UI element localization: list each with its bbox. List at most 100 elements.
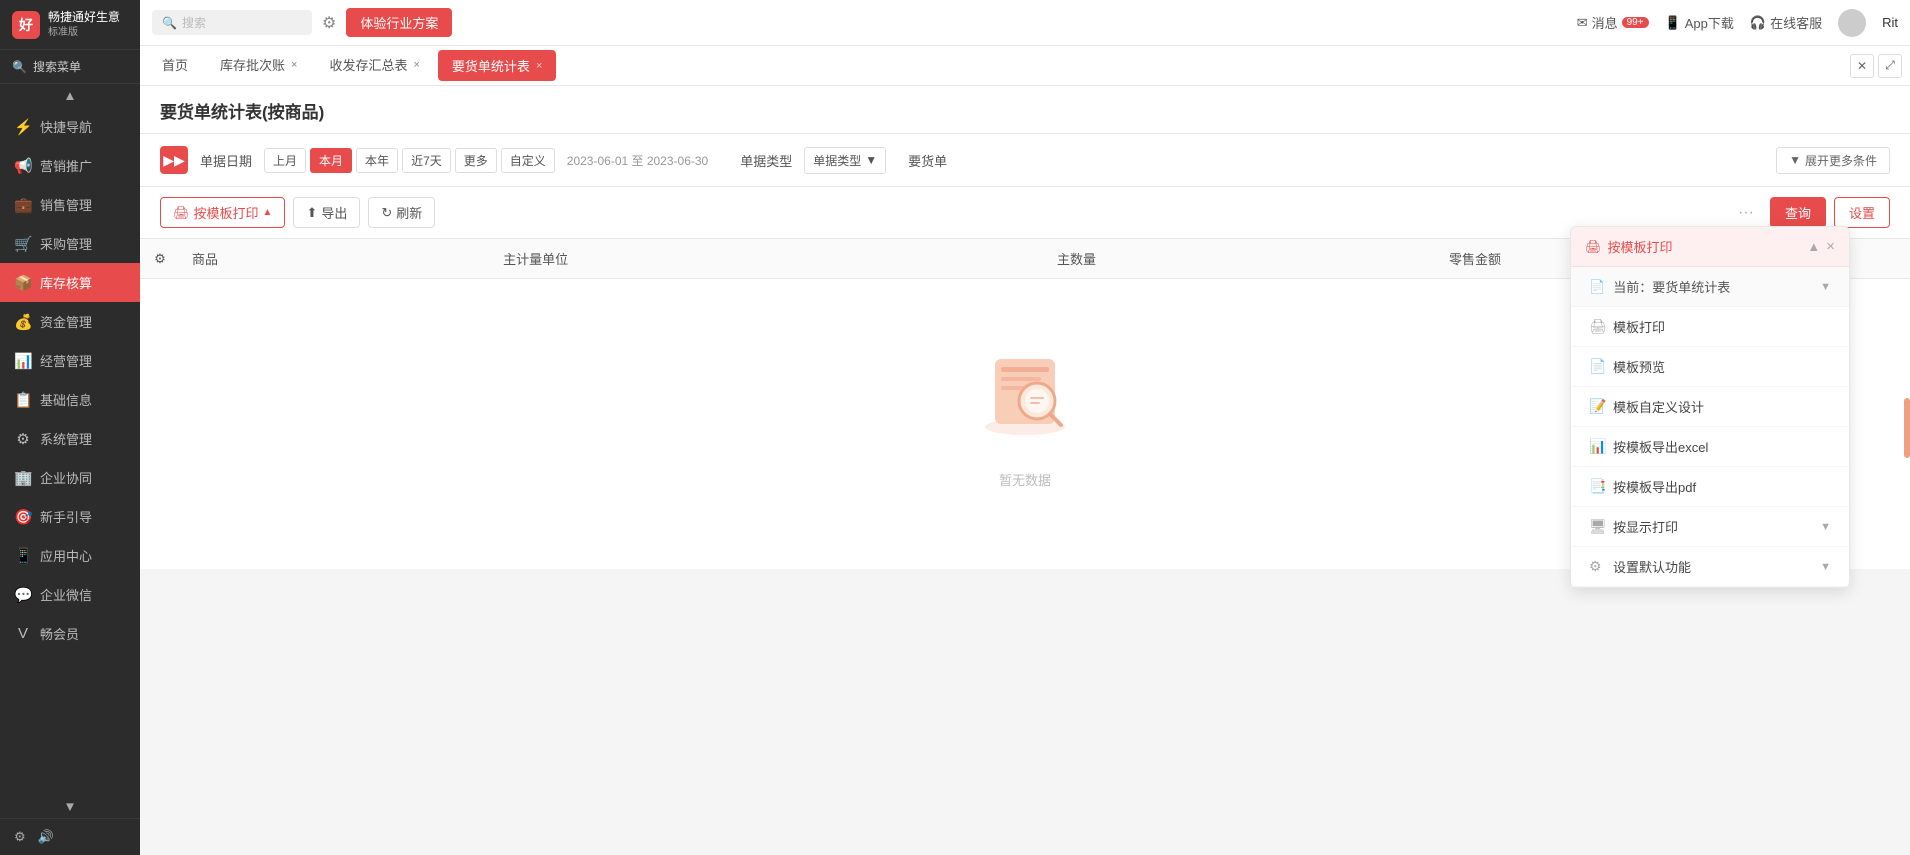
type-filter-label: 单据类型 <box>740 151 792 170</box>
filter-expand-icon[interactable]: ▶▶ <box>160 146 188 174</box>
dropdown-template-print[interactable]: 🖨 模板打印 <box>1571 307 1849 347</box>
date-btn-last-month[interactable]: 上月 <box>264 148 306 173</box>
dropdown-set-default[interactable]: ⚙ 设置默认功能 ▼ <box>1571 547 1849 587</box>
tab-close-order-stats[interactable]: × <box>536 60 542 72</box>
goods-label: 要货单 <box>908 151 947 170</box>
sidebar: 好 畅捷通好生意 标准版 🔍 搜索菜单 ▲ ⚡ 快捷导航 📢 营销推广 💼 销售… <box>0 0 140 855</box>
app-center-icon: 📱 <box>14 547 32 565</box>
sidebar-item-quick-nav[interactable]: ⚡ 快捷导航 <box>0 107 140 146</box>
date-btn-more[interactable]: 更多 <box>455 148 497 173</box>
dropdown-template-export-excel[interactable]: 📊 按模板导出excel <box>1571 427 1849 467</box>
basic-icon: 📋 <box>14 391 32 409</box>
tabs-bar: 首页 库存批次账 × 收发存汇总表 × 要货单统计表 × ✕ ⤢ <box>140 46 1910 86</box>
sidebar-item-system[interactable]: ⚙ 系统管理 <box>0 419 140 458</box>
print-template-btn[interactable]: 🖨 按模板打印 ▲ <box>160 197 285 228</box>
date-filter-label: 单据日期 <box>200 151 252 170</box>
dropdown-template-export-pdf[interactable]: 📑 按模板导出pdf <box>1571 467 1849 507</box>
page-title: 要货单统计表(按商品) <box>160 98 1890 133</box>
template-custom-icon: 📝 <box>1589 398 1605 415</box>
sidebar-item-purchase[interactable]: 🛒 采购管理 <box>0 224 140 263</box>
dropdown-template-custom[interactable]: 📝 模板自定义设计 <box>1571 387 1849 427</box>
chevron-down-expand-icon: ▼ <box>1789 153 1801 167</box>
topbar-search[interactable]: 🔍 搜索 <box>152 10 312 35</box>
sales-icon: 💼 <box>14 196 32 214</box>
sidebar-item-operation[interactable]: 📊 经营管理 <box>0 341 140 380</box>
experience-btn[interactable]: 体验行业方案 <box>346 8 452 37</box>
content-area: 要货单统计表(按商品) ▶▶ 单据日期 上月 本月 本年 近7天 更多 自定义 … <box>140 86 1910 855</box>
table-col-select: ⚙ <box>140 239 180 279</box>
sidebar-scroll-up[interactable]: ▲ <box>0 84 140 107</box>
export-pdf-icon: 📑 <box>1589 478 1605 495</box>
dropdown-template-preview[interactable]: 📄 模板预览 <box>1571 347 1849 387</box>
tab-order-stats[interactable]: 要货单统计表 × <box>438 50 556 81</box>
date-btn-custom[interactable]: 自定义 <box>501 148 555 173</box>
topbar-settings-icon[interactable]: ⚙ <box>322 13 336 33</box>
settings-bottom-icon[interactable]: ⚙ <box>14 829 26 845</box>
sidebar-item-app-center[interactable]: 📱 应用中心 <box>0 536 140 575</box>
export-btn[interactable]: ⬆ 导出 <box>293 197 360 228</box>
phone-icon: 📱 <box>1665 15 1681 31</box>
tab-receipt-summary[interactable]: 收发存汇总表 × <box>315 49 433 82</box>
tab-batch-account[interactable]: 库存批次账 × <box>206 49 311 82</box>
expand-more-btn[interactable]: ▼ 展开更多条件 <box>1776 147 1890 174</box>
tab-close-all-btn[interactable]: ✕ <box>1850 54 1874 78</box>
app-logo: 好 畅捷通好生意 标准版 <box>0 0 140 50</box>
export-excel-icon: 📊 <box>1589 438 1605 455</box>
table-col-unit: 主计量单位 <box>491 239 1045 279</box>
dropdown-current-template[interactable]: 📄 当前：要货单统计表 ▼ <box>1571 267 1849 307</box>
message-item[interactable]: ✉ 消息 99+ <box>1577 13 1649 32</box>
sidebar-scroll-down[interactable]: ▼ <box>0 795 140 818</box>
online-service-item[interactable]: 🎧 在线客服 <box>1750 13 1822 32</box>
date-btn-7days[interactable]: 近7天 <box>402 148 451 173</box>
refresh-btn[interactable]: ↻ 刷新 <box>368 197 435 228</box>
app-name: 畅捷通好生意 标准版 <box>48 10 120 39</box>
dropdown-header-right: ▲ × <box>1807 238 1835 255</box>
sidebar-item-member[interactable]: V 畅会员 <box>0 614 140 653</box>
dropdown-title: 🖨 按模板打印 <box>1585 237 1673 256</box>
main-area: 🔍 搜索 ⚙ 体验行业方案 ✉ 消息 99+ 📱 App下载 🎧 在线客服 Ri… <box>140 0 1910 855</box>
sidebar-item-guide[interactable]: 🎯 新手引导 <box>0 497 140 536</box>
finance-icon: 💰 <box>14 313 32 331</box>
refresh-icon: ↻ <box>381 205 392 221</box>
sidebar-item-inventory[interactable]: 📦 库存核算 <box>0 263 140 302</box>
sidebar-item-sales[interactable]: 💼 销售管理 <box>0 185 140 224</box>
empty-illustration <box>965 339 1085 458</box>
search-menu-item[interactable]: 🔍 搜索菜单 <box>0 50 140 84</box>
date-btn-this-year[interactable]: 本年 <box>356 148 398 173</box>
export-icon: ⬆ <box>306 205 317 221</box>
table-col-goods: 商品 <box>180 239 491 279</box>
current-template-icon: 📄 <box>1589 279 1605 295</box>
wechat-icon: 💬 <box>14 586 32 604</box>
sidebar-item-wechat[interactable]: 💬 企业微信 <box>0 575 140 614</box>
chevron-down-icon: ▼ <box>865 153 877 167</box>
sidebar-item-finance[interactable]: 💰 资金管理 <box>0 302 140 341</box>
display-print-arrow: ▼ <box>1820 521 1831 533</box>
chevron-up-dropdown-icon[interactable]: ▲ <box>1807 239 1820 254</box>
operation-icon: 📊 <box>14 352 32 370</box>
volume-icon[interactable]: 🔊 <box>38 829 54 845</box>
user-avatar[interactable] <box>1838 9 1866 37</box>
settings-btn[interactable]: 设置 <box>1834 197 1890 228</box>
dropdown-close-icon[interactable]: × <box>1826 238 1835 255</box>
query-btn[interactable]: 查询 <box>1770 197 1826 228</box>
chevron-up-icon: ▲ <box>263 207 273 218</box>
settings-col-icon[interactable]: ⚙ <box>154 251 166 266</box>
scrollbar-indicator[interactable] <box>1904 398 1910 458</box>
tab-home[interactable]: 首页 <box>148 49 202 82</box>
tab-close-receipt-summary[interactable]: × <box>413 59 419 71</box>
sidebar-item-enterprise[interactable]: 🏢 企业协同 <box>0 458 140 497</box>
type-filter-select[interactable]: 单据类型 ▼ <box>804 147 886 174</box>
sidebar-nav: ⚡ 快捷导航 📢 营销推广 💼 销售管理 🛒 采购管理 📦 库存核算 💰 资金管… <box>0 107 140 795</box>
printer-icon: 🖨 <box>173 205 190 221</box>
date-btn-this-month[interactable]: 本月 <box>310 148 352 173</box>
sidebar-item-marketing[interactable]: 📢 营销推广 <box>0 146 140 185</box>
logo-icon: 好 <box>12 11 40 39</box>
tab-close-batch-account[interactable]: × <box>291 59 297 71</box>
more-options-icon[interactable]: ··· <box>1738 204 1754 222</box>
app-download-item[interactable]: 📱 App下载 <box>1665 13 1734 32</box>
topbar: 🔍 搜索 ⚙ 体验行业方案 ✉ 消息 99+ 📱 App下载 🎧 在线客服 Ri… <box>140 0 1910 46</box>
tab-expand-btn[interactable]: ⤢ <box>1878 54 1902 78</box>
dropdown-display-print[interactable]: 🖥 按显示打印 ▼ <box>1571 507 1849 547</box>
current-template-arrow: ▼ <box>1820 281 1831 293</box>
sidebar-item-basic[interactable]: 📋 基础信息 <box>0 380 140 419</box>
